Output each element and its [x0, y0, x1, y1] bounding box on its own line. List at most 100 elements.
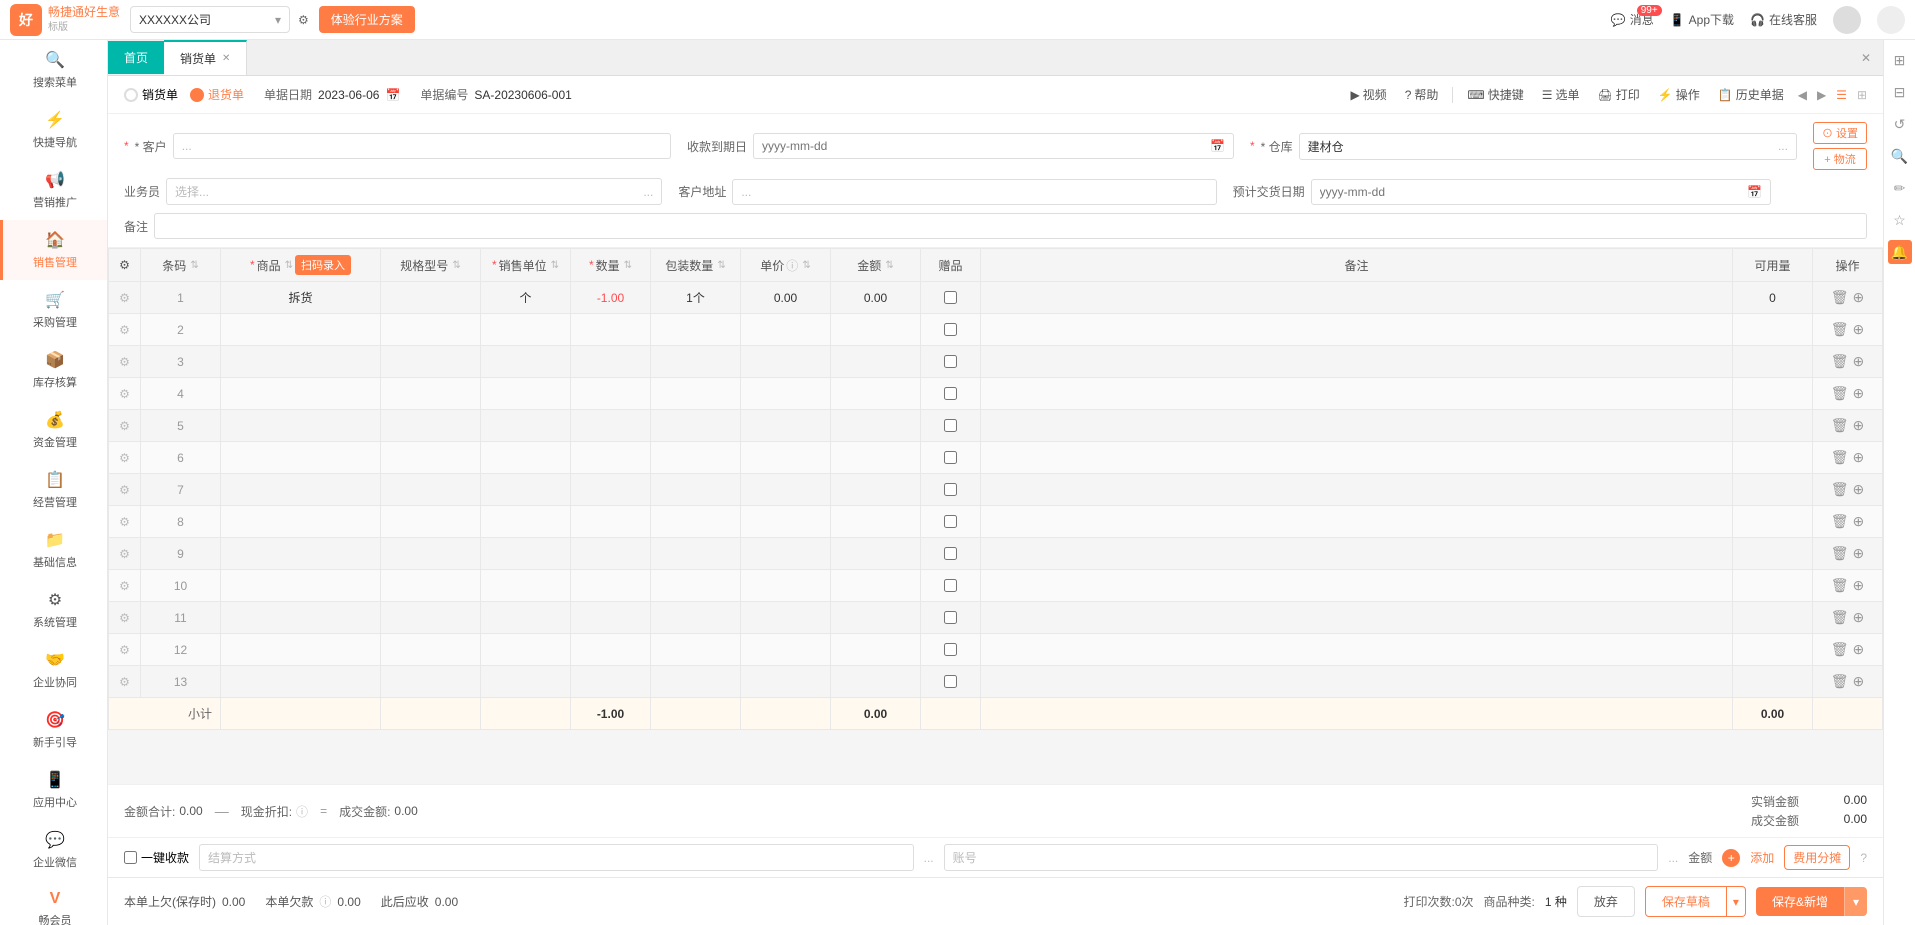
- receive-date-input[interactable]: 📅: [753, 133, 1234, 159]
- row-product-cell[interactable]: [221, 474, 381, 506]
- row-barcode-cell[interactable]: 2: [141, 314, 221, 346]
- row-unit-price-cell[interactable]: [741, 506, 831, 538]
- row-sales-unit-cell[interactable]: [481, 442, 571, 474]
- right-panel-star[interactable]: ☆: [1888, 208, 1912, 232]
- row-remark-cell[interactable]: [981, 634, 1733, 666]
- row-pkg-qty-cell[interactable]: [651, 378, 741, 410]
- salesperson-input[interactable]: 选择... ...: [166, 178, 662, 205]
- row-sales-unit-cell[interactable]: [481, 346, 571, 378]
- row-settings-cell[interactable]: ⚙: [109, 282, 141, 314]
- row-product-cell[interactable]: [221, 634, 381, 666]
- row-amount-cell[interactable]: [831, 474, 921, 506]
- row-settings-cell[interactable]: ⚙: [109, 378, 141, 410]
- row-amount-cell[interactable]: [831, 666, 921, 698]
- row-pkg-qty-cell[interactable]: [651, 506, 741, 538]
- next-icon[interactable]: ▶: [1817, 88, 1826, 102]
- gift-checkbox[interactable]: [944, 387, 957, 400]
- sidebar-item-operation[interactable]: 📋 经营管理: [0, 460, 107, 520]
- row-barcode-cell[interactable]: 4: [141, 378, 221, 410]
- gift-checkbox[interactable]: [944, 643, 957, 656]
- row-barcode-cell[interactable]: 9: [141, 538, 221, 570]
- row-gift-cell[interactable]: [921, 282, 981, 314]
- row-settings-cell[interactable]: ⚙: [109, 666, 141, 698]
- row-pkg-qty-cell[interactable]: [651, 314, 741, 346]
- sales-order-radio[interactable]: 销货单: [124, 86, 178, 103]
- copy-row-button[interactable]: ⊕: [1853, 481, 1865, 498]
- right-panel-contract[interactable]: ⊟: [1888, 80, 1912, 104]
- right-panel-note[interactable]: ✏: [1888, 176, 1912, 200]
- copy-row-button[interactable]: ⊕: [1853, 545, 1865, 562]
- right-panel-expand[interactable]: ⊞: [1888, 48, 1912, 72]
- grid-view-icon[interactable]: ⊞: [1857, 88, 1867, 102]
- sidebar-item-basic[interactable]: 📁 基础信息: [0, 520, 107, 580]
- app-download-button[interactable]: 📱 App下载: [1670, 11, 1734, 28]
- row-pkg-qty-cell[interactable]: [651, 474, 741, 506]
- row-amount-cell[interactable]: [831, 410, 921, 442]
- history-order-button[interactable]: 📋 历史单据: [1714, 84, 1788, 105]
- row-spec-cell[interactable]: [381, 282, 481, 314]
- warehouse-input[interactable]: 建材仓 ...: [1299, 133, 1797, 160]
- delete-row-button[interactable]: 🗑: [1831, 609, 1849, 626]
- gift-checkbox[interactable]: [944, 419, 957, 432]
- row-remark-cell[interactable]: [981, 474, 1733, 506]
- row-remark-cell[interactable]: [981, 506, 1733, 538]
- delete-row-button[interactable]: 🗑: [1831, 577, 1849, 594]
- row-spec-cell[interactable]: [381, 474, 481, 506]
- row-settings-cell[interactable]: ⚙: [109, 634, 141, 666]
- sidebar-item-finance[interactable]: 💰 资金管理: [0, 400, 107, 460]
- copy-row-button[interactable]: ⊕: [1853, 289, 1865, 306]
- row-spec-cell[interactable]: [381, 506, 481, 538]
- trial-button[interactable]: 体验行业方案: [319, 6, 415, 33]
- row-remark-cell[interactable]: [981, 602, 1733, 634]
- row-sales-unit-cell[interactable]: 个: [481, 282, 571, 314]
- row-gift-cell[interactable]: [921, 314, 981, 346]
- row-spec-cell[interactable]: [381, 378, 481, 410]
- row-pkg-qty-cell[interactable]: [651, 410, 741, 442]
- list-view-icon[interactable]: ☰: [1836, 88, 1847, 102]
- copy-row-button[interactable]: ⊕: [1853, 673, 1865, 690]
- return-order-radio[interactable]: 退货单: [190, 86, 244, 103]
- row-product-cell[interactable]: [221, 602, 381, 634]
- row-remark-cell[interactable]: [981, 442, 1733, 474]
- row-gift-cell[interactable]: [921, 474, 981, 506]
- row-pkg-qty-cell[interactable]: [651, 346, 741, 378]
- row-settings-cell[interactable]: ⚙: [109, 570, 141, 602]
- row-quantity-cell[interactable]: [571, 378, 651, 410]
- row-sales-unit-cell[interactable]: [481, 378, 571, 410]
- discard-button[interactable]: 放弃: [1577, 886, 1635, 917]
- sidebar-item-system[interactable]: ⚙ 系统管理: [0, 580, 107, 640]
- receive-date-textbox[interactable]: [762, 139, 1210, 153]
- row-product-cell[interactable]: [221, 506, 381, 538]
- print-button[interactable]: 🖨 打印: [1594, 84, 1644, 105]
- gift-checkbox[interactable]: [944, 579, 957, 592]
- right-panel-zoom[interactable]: 🔍: [1888, 144, 1912, 168]
- row-barcode-cell[interactable]: 3: [141, 346, 221, 378]
- row-settings-cell[interactable]: ⚙: [109, 314, 141, 346]
- row-amount-cell[interactable]: [831, 538, 921, 570]
- add-payment-button[interactable]: +: [1722, 849, 1740, 867]
- row-gift-cell[interactable]: [921, 378, 981, 410]
- row-sales-unit-cell[interactable]: [481, 538, 571, 570]
- global-close-button[interactable]: ✕: [1849, 43, 1883, 73]
- customer-input[interactable]: ...: [173, 133, 671, 159]
- gift-checkbox[interactable]: [944, 675, 957, 688]
- row-barcode-cell[interactable]: 5: [141, 410, 221, 442]
- row-sales-unit-cell[interactable]: [481, 314, 571, 346]
- row-spec-cell[interactable]: [381, 570, 481, 602]
- order-date-value[interactable]: 2023-06-06: [318, 88, 379, 102]
- delete-row-button[interactable]: 🗑: [1831, 289, 1849, 306]
- row-quantity-cell[interactable]: [571, 602, 651, 634]
- row-quantity-cell[interactable]: [571, 506, 651, 538]
- delete-row-button[interactable]: 🗑: [1831, 385, 1849, 402]
- expense-split-button[interactable]: 费用分摊: [1784, 845, 1850, 870]
- copy-row-button[interactable]: ⊕: [1853, 641, 1865, 658]
- row-unit-price-cell[interactable]: [741, 314, 831, 346]
- right-panel-refresh[interactable]: ↺: [1888, 112, 1912, 136]
- tab-home[interactable]: 首页: [108, 41, 164, 74]
- settle-method-input[interactable]: 结算方式: [199, 844, 914, 871]
- save-draft-arrow[interactable]: ▾: [1727, 886, 1746, 917]
- copy-row-button[interactable]: ⊕: [1853, 609, 1865, 626]
- delete-row-button[interactable]: 🗑: [1831, 417, 1849, 434]
- copy-row-button[interactable]: ⊕: [1853, 577, 1865, 594]
- row-amount-cell[interactable]: [831, 570, 921, 602]
